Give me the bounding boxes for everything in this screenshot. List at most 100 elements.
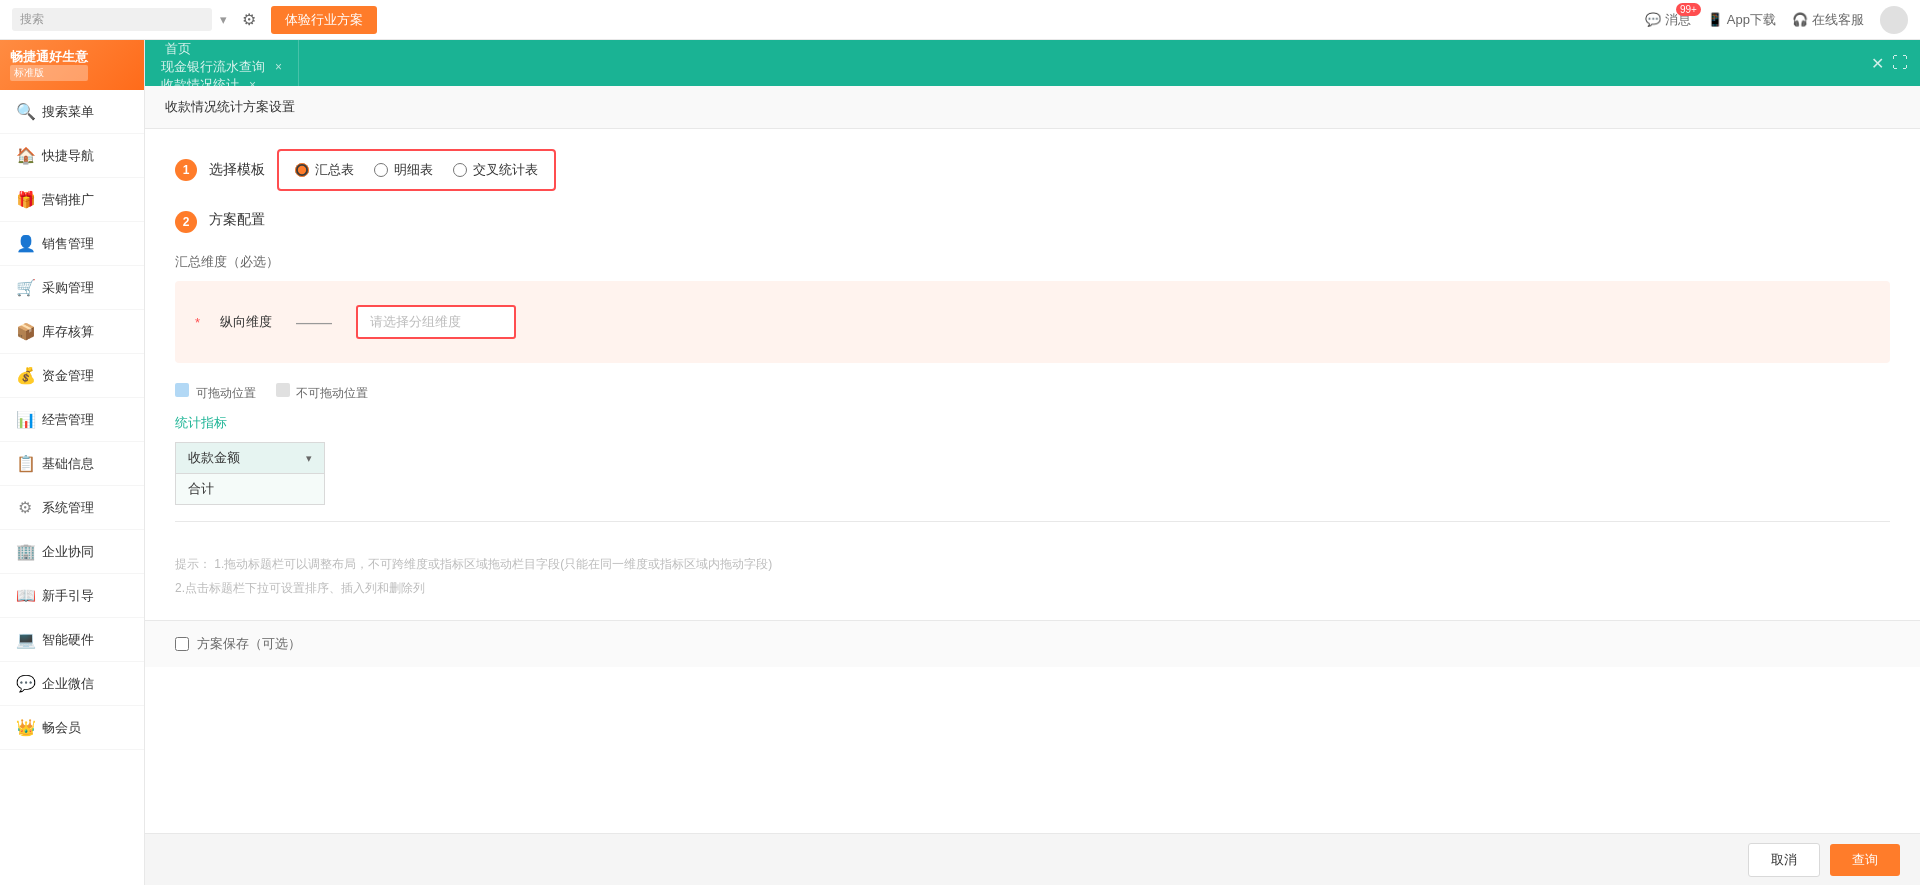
- cancel-button[interactable]: 取消: [1748, 843, 1820, 877]
- divider: [175, 521, 1890, 522]
- section-content: 1 选择模板 汇总表 明细表 交叉统计表: [145, 129, 1920, 620]
- tab-label: 现金银行流水查询: [161, 58, 265, 76]
- stats-column-label: 收款金额: [188, 449, 240, 467]
- close-window-icon[interactable]: ✕: [1871, 54, 1884, 73]
- basic-info-icon: 📋: [16, 454, 34, 473]
- radio-detail[interactable]: 明细表: [374, 161, 433, 179]
- sidebar-item-wechat[interactable]: 💬 企业微信: [0, 662, 144, 706]
- sidebar-item-label: 智能硬件: [42, 631, 94, 649]
- sidebar-item-sales[interactable]: 👤销售管理: [0, 222, 144, 266]
- stats-header[interactable]: 收款金额 ▾: [176, 443, 324, 473]
- sidebar-item-label: 企业微信: [42, 675, 94, 693]
- marketing-icon: 🎁: [16, 190, 34, 209]
- guide-icon: 📖: [16, 586, 34, 605]
- step1-row: 1 选择模板 汇总表 明细表 交叉统计表: [175, 149, 1890, 191]
- sidebar-item-label: 畅会员: [42, 719, 81, 737]
- tab-bar: 首页现金银行流水查询×收款情况统计×新建方案× ✕ ⛶: [145, 40, 1920, 86]
- wechat-icon: 💬: [16, 674, 34, 693]
- sidebar-item-enterprise[interactable]: 🏢企业协同: [0, 530, 144, 574]
- radio-cross[interactable]: 交叉统计表: [453, 161, 538, 179]
- page-content: 收款情况统计方案设置 1 选择模板 汇总表 明细表: [145, 86, 1920, 833]
- app-download-button[interactable]: 📱 App下载: [1707, 11, 1776, 29]
- sidebar-item-label: 采购管理: [42, 279, 94, 297]
- save-label: 方案保存（可选）: [197, 635, 301, 653]
- radio-detail-label: 明细表: [394, 161, 433, 179]
- settings-icon[interactable]: ⚙: [235, 6, 263, 34]
- dimension-section-title: 汇总维度（必选）: [175, 253, 1890, 271]
- sidebar-item-label: 基础信息: [42, 455, 94, 473]
- tab-items: 首页现金银行流水查询×收款情况统计×新建方案×: [145, 40, 299, 86]
- sidebar-item-purchase[interactable]: 🛒 采购管理: [0, 266, 144, 310]
- step2-row: 2 方案配置: [175, 211, 1890, 233]
- content-area: 首页现金银行流水查询×收款情况统计×新建方案× ✕ ⛶ 收款情况统计方案设置 1…: [145, 40, 1920, 885]
- footer-save: 方案保存（可选）: [145, 620, 1920, 667]
- query-button[interactable]: 查询: [1830, 844, 1900, 876]
- chevron-down-icon: ▾: [220, 12, 227, 27]
- sidebar-item-label: 营销推广: [42, 191, 94, 209]
- radio-cross-label: 交叉统计表: [473, 161, 538, 179]
- industry-button[interactable]: 体验行业方案: [271, 6, 377, 34]
- logo-badge: 标准版: [10, 65, 88, 81]
- sidebar-item-capital[interactable]: 💰 资金管理: [0, 354, 144, 398]
- sidebar-item-search-menu[interactable]: 🔍搜索菜单: [0, 90, 144, 134]
- sidebar-item-label: 资金管理: [42, 367, 94, 385]
- customer-service-button[interactable]: 🎧 在线客服: [1792, 11, 1864, 29]
- maximize-icon[interactable]: ⛶: [1892, 54, 1908, 72]
- sidebar-item-hardware[interactable]: 💻 智能硬件: [0, 618, 144, 662]
- tab-close-icon[interactable]: ×: [275, 60, 282, 74]
- legend-fixed: 不可拖动位置: [276, 383, 369, 402]
- radio-summary-label: 汇总表: [315, 161, 354, 179]
- dimension-input[interactable]: 请选择分组维度: [356, 305, 516, 339]
- movable-dot: [175, 383, 189, 397]
- step2-label: 方案配置: [209, 211, 265, 229]
- template-section: 汇总表 明细表 交叉统计表: [277, 149, 556, 191]
- radio-cross-input[interactable]: [453, 163, 467, 177]
- indicator-legend: 可拖动位置 不可拖动位置: [175, 383, 1890, 402]
- dropdown-arrow-icon[interactable]: ▾: [306, 452, 312, 465]
- radio-summary-input[interactable]: [295, 163, 309, 177]
- radio-detail-input[interactable]: [374, 163, 388, 177]
- system-icon: ⚙: [16, 498, 34, 517]
- inventory-icon: 📦: [16, 322, 34, 341]
- dimension-row: * 纵向维度 —— 请选择分组维度: [195, 305, 1870, 339]
- avatar[interactable]: [1880, 6, 1908, 34]
- member-icon: 👑: [16, 718, 34, 737]
- sidebar-item-member[interactable]: 👑 畅会员: [0, 706, 144, 750]
- hint-1: 提示： 1.拖动标题栏可以调整布局，不可跨维度或指标区域拖动栏目字段(只能在同一…: [175, 552, 1890, 576]
- message-badge: 99+: [1676, 3, 1701, 16]
- sidebar-items: 🔍搜索菜单🏠快捷导航 🎁 营销推广 👤销售管理 🛒 采购管理 📦库存核算 💰 资金管理 📊经营管理…: [0, 90, 144, 750]
- top-bar: 搜索 ▾ ⚙ 体验行业方案 💬 消息 99+ 📱 App下载 🎧 在线客服: [0, 0, 1920, 40]
- purchase-icon: 🛒: [16, 278, 34, 297]
- sidebar-item-system[interactable]: ⚙系统管理: [0, 486, 144, 530]
- radio-summary[interactable]: 汇总表: [295, 161, 354, 179]
- sidebar-logo: 畅捷通好生意 标准版: [0, 40, 144, 90]
- stats-row: 合计: [176, 473, 324, 504]
- sidebar-item-label: 经营管理: [42, 411, 94, 429]
- sidebar-item-guide[interactable]: 📖 新手引导: [0, 574, 144, 618]
- sidebar-item-label: 销售管理: [42, 235, 94, 253]
- sidebar-item-basic-info[interactable]: 📋 基础信息: [0, 442, 144, 486]
- step1-circle: 1: [175, 159, 197, 181]
- sidebar-item-operation[interactable]: 📊经营管理: [0, 398, 144, 442]
- save-checkbox[interactable]: [175, 637, 189, 651]
- sidebar-item-marketing[interactable]: 🎁 营销推广: [0, 178, 144, 222]
- tab-label: 首页: [165, 40, 191, 58]
- hardware-icon: 💻: [16, 630, 34, 649]
- bottom-bar: 取消 查询: [145, 833, 1920, 885]
- fixed-dot: [276, 383, 290, 397]
- arrow-connector: ——: [296, 312, 332, 333]
- capital-icon: 💰: [16, 366, 34, 385]
- hint-2: 2.点击标题栏下拉可设置排序、插入列和删除列: [175, 576, 1890, 600]
- sidebar-item-label: 搜索菜单: [42, 103, 94, 121]
- sidebar-item-quick-nav[interactable]: 🏠快捷导航: [0, 134, 144, 178]
- sidebar-item-inventory[interactable]: 📦库存核算: [0, 310, 144, 354]
- dimension-row-label: 纵向维度: [220, 313, 272, 331]
- message-button[interactable]: 💬 消息 99+: [1645, 11, 1691, 29]
- tab-cash-flow[interactable]: 现金银行流水查询 ×: [145, 58, 299, 76]
- top-bar-right: 💬 消息 99+ 📱 App下载 🎧 在线客服: [1645, 6, 1908, 34]
- dimension-area: * 纵向维度 —— 请选择分组维度: [175, 281, 1890, 363]
- sidebar-item-label: 企业协同: [42, 543, 94, 561]
- tab-home[interactable]: 首页: [145, 40, 299, 58]
- stats-table: 收款金额 ▾ 合计: [175, 442, 325, 505]
- sidebar-item-label: 新手引导: [42, 587, 94, 605]
